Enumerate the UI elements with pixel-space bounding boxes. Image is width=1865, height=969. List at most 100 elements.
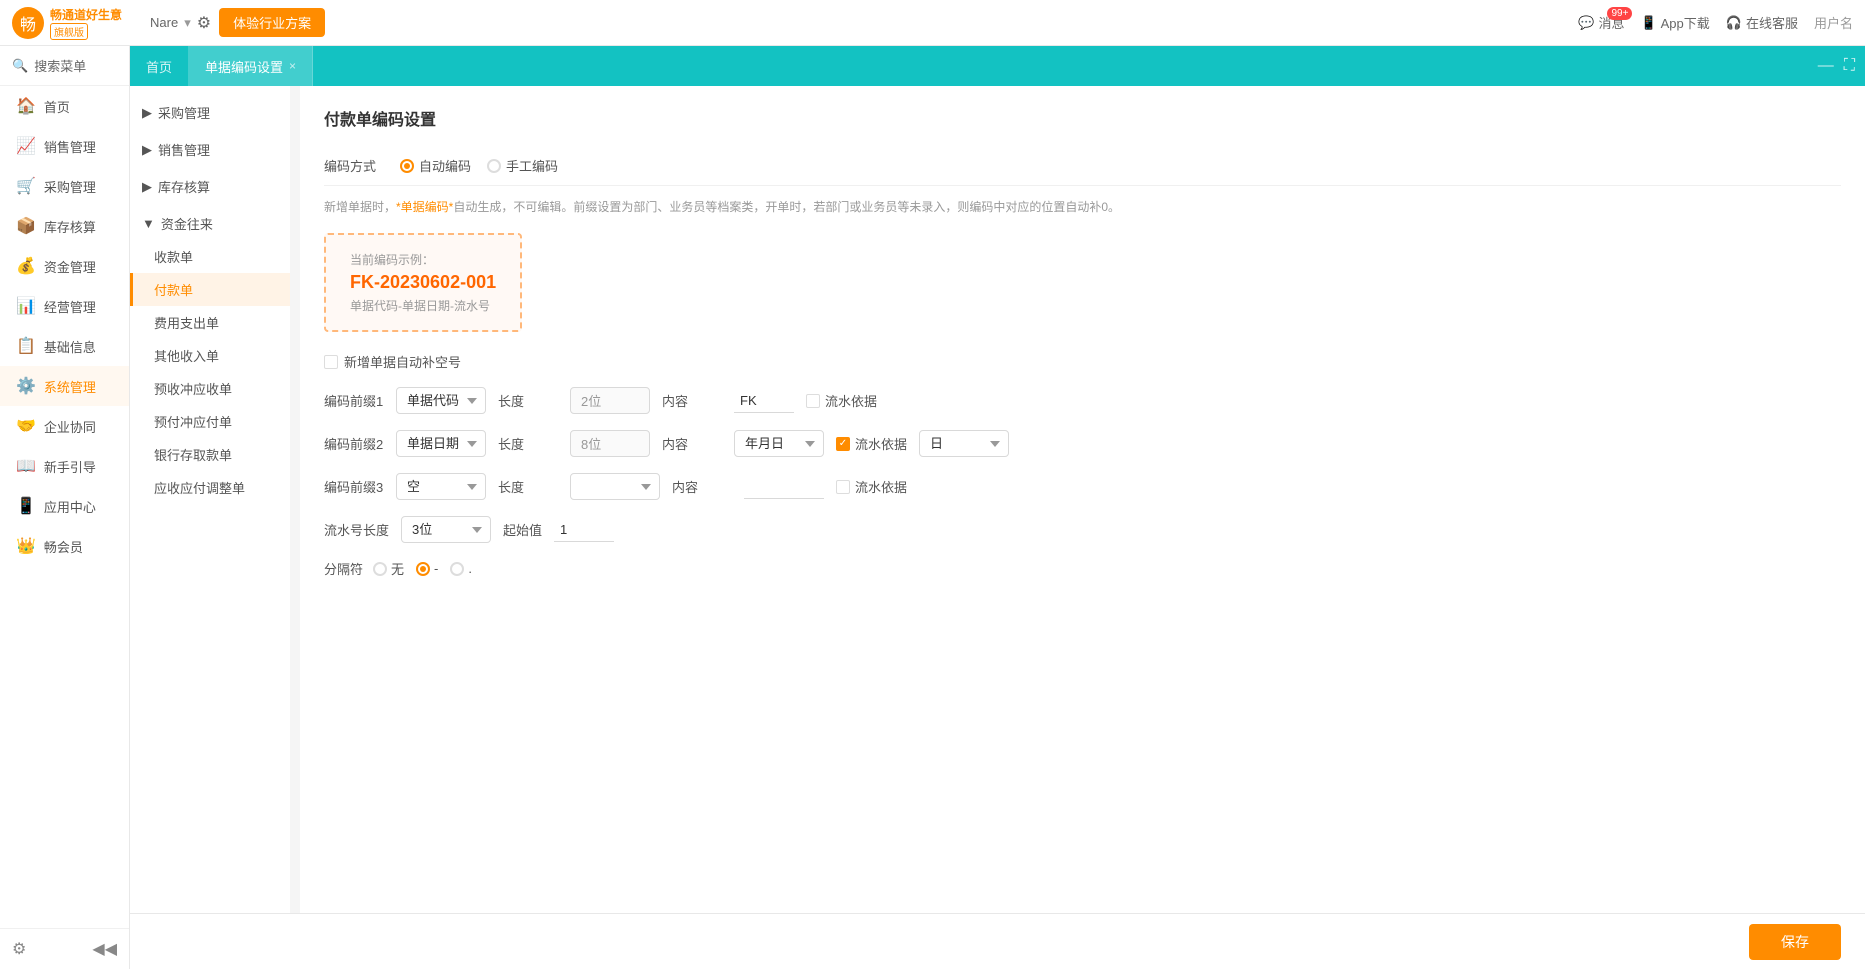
sidebar-collapse-icon[interactable]: ◀◀ [92,939,117,959]
sub-sidebar-leaf-other-income[interactable]: 其他收入单 [130,339,290,372]
tab-encoding-settings[interactable]: 单据编码设置 × [189,46,313,86]
preview-code: FK-20230602-001 [350,272,496,293]
sub-sidebar: ▶ 采购管理 ▶ 销售管理 ▶ 库存核算 [130,86,290,913]
prefix1-length-input [570,387,650,414]
prefix3-select[interactable]: 空 [396,473,486,500]
save-button[interactable]: 保存 [1749,924,1841,960]
phone-icon: 📱 [1640,15,1656,31]
sub-group-purchase: ▶ 采购管理 [130,96,290,129]
prefix2-length-label: 长度 [498,434,558,453]
apps-icon: 📱 [16,496,36,516]
prefix3-length-select[interactable] [570,473,660,500]
page-title: 付款单编码设置 [324,106,1841,130]
headset-icon: 🎧 [1726,15,1742,31]
sidebar-item-operation[interactable]: 📊 经营管理 [0,286,129,326]
sidebar-item-system[interactable]: ⚙️ 系统管理 [0,366,129,406]
basic-icon: 📋 [16,336,36,356]
serial-length-select[interactable]: 3位 [401,516,491,543]
prefix1-select[interactable]: 单据代码 [396,387,486,414]
sidebar-item-guide[interactable]: 📖 新手引导 [0,446,129,486]
tab-bar: 首页 单据编码设置 × — ⛶ [130,46,1865,86]
start-val-label: 起始值 [503,520,542,539]
auto-encode-radio[interactable]: 自动编码 [400,156,471,175]
sub-sidebar-leaf-prepay-receivable[interactable]: 预收冲应收单 [130,372,290,405]
online-service-button[interactable]: 🎧 在线客服 [1726,13,1798,32]
search-icon: 🔍 [12,58,28,74]
prefix2-select[interactable]: 单据日期 [396,430,486,457]
messages-button[interactable]: 💬 消息 99+ [1578,13,1624,32]
sidebar-item-inventory[interactable]: 📦 库存核算 [0,206,129,246]
sub-sidebar-title-inventory[interactable]: ▶ 库存核算 [130,170,290,203]
sidebar-item-apps[interactable]: 📱 应用中心 [0,486,129,526]
sub-sidebar-leaf-payment[interactable]: 付款单 [130,273,290,306]
prefix2-period-select[interactable]: 日 [919,430,1009,457]
sep-dash-dot [416,562,430,576]
prefix1-stream-checkbox[interactable] [806,394,820,408]
bottom-bar: 保存 [130,913,1865,969]
tab-home[interactable]: 首页 [130,46,189,86]
sub-sidebar-title-finance[interactable]: ▼ 资金往来 [130,207,290,240]
sub-sidebar-leaf-receipt[interactable]: 收款单 [130,240,290,273]
prefix2-content-select[interactable]: 年月日 [734,430,824,457]
sidebar-item-purchase[interactable]: 🛒 采购管理 [0,166,129,206]
sidebar-item-basic[interactable]: 📋 基础信息 [0,326,129,366]
sub-sidebar-leaf-prepay-payable[interactable]: 预付冲应付单 [130,405,290,438]
inner-layout: ▶ 采购管理 ▶ 销售管理 ▶ 库存核算 [130,86,1865,913]
sidebar-item-sales[interactable]: 📈 销售管理 [0,126,129,166]
sub-sidebar-title-purchase[interactable]: ▶ 采购管理 [130,96,290,129]
sidebar-gear-icon[interactable]: ⚙ [12,939,26,959]
auto-encode-dot [400,159,414,173]
info-text: 新增单据时，*单据编码*自动生成，不可编辑。前缀设置为部门、业务员等档案类，开单… [324,198,1841,217]
settings-icon[interactable]: ⚙ [197,13,211,33]
separator-radio-group: 无 - . [373,559,472,578]
logo-text: 畅通道好生意 旗舰版 [50,6,122,40]
sidebar-item-finance[interactable]: 💰 资金管理 [0,246,129,286]
prefix3-stream-checkbox[interactable] [836,480,850,494]
sub-sidebar-leaf-bank[interactable]: 银行存取款单 [130,438,290,471]
arrow-right-icon3: ▶ [142,179,152,195]
sub-sidebar-leaf-expense[interactable]: 费用支出单 [130,306,290,339]
sep-none-radio[interactable]: 无 [373,559,404,578]
system-icon: ⚙️ [16,376,36,396]
manual-encode-dot [487,159,501,173]
sep-dash-radio[interactable]: - [416,561,438,576]
prefix2-stream-check: ✓ 流水依据 [836,434,907,453]
sub-sidebar-title-sales[interactable]: ▶ 销售管理 [130,133,290,166]
auto-fill-checkbox[interactable] [324,355,338,369]
arrow-down-icon: ▼ [142,216,155,231]
tab-minimize-icon[interactable]: — [1818,57,1834,75]
sales-icon: 📈 [16,136,36,156]
prefix3-row: 编码前缀3 空 长度 内容 流水依据 [324,473,1841,500]
prefix1-length-label: 长度 [498,391,558,410]
tab-maximize-icon[interactable]: ⛶ [1844,57,1855,75]
sep-dot-radio[interactable]: . [450,561,472,576]
separator-label: 分隔符 [324,559,363,578]
prefix3-stream-check: 流水依据 [836,477,907,496]
manual-encode-radio[interactable]: 手工编码 [487,156,558,175]
sidebar-item-home[interactable]: 🏠 首页 [0,86,129,126]
search-menu[interactable]: 🔍 搜索菜单 [0,46,129,86]
sidebar-bottom: ⚙ ◀◀ [0,928,129,969]
prefix2-stream-checkbox[interactable]: ✓ [836,437,850,451]
start-val-input[interactable]: 1 [554,518,614,542]
arrow-right-icon2: ▶ [142,142,152,158]
logo: 畅 畅通道好生意 旗舰版 [12,6,122,40]
prefix1-stream-check[interactable]: 流水依据 [806,391,877,410]
prefix3-content-input[interactable] [744,475,824,499]
app-download-button[interactable]: 📱 App下载 [1640,13,1709,32]
trial-button[interactable]: 体验行业方案 [219,8,325,37]
sub-sidebar-leaf-adjust[interactable]: 应收应付调整单 [130,471,290,504]
prefix1-content-input[interactable] [734,389,794,413]
guide-icon: 📖 [16,456,36,476]
preview-label: 当前编码示例： [350,251,496,268]
dropdown-arrow-icon[interactable]: ▾ [184,15,191,31]
preview-box: 当前编码示例： FK-20230602-001 单据代码-单据日期-流水号 [324,233,522,332]
sub-group-sales: ▶ 销售管理 [130,133,290,166]
sidebar-item-member[interactable]: 👑 畅会员 [0,526,129,566]
sidebar-item-enterprise[interactable]: 🤝 企业协同 [0,406,129,446]
sub-group-inventory: ▶ 库存核算 [130,170,290,203]
sep-dot-dot [450,562,464,576]
tab-close-icon[interactable]: × [289,59,296,73]
prefix3-content-label: 内容 [672,477,732,496]
prefix2-row: 编码前缀2 单据日期 长度 内容 年月日 ✓ 流水依据 日 [324,430,1841,457]
